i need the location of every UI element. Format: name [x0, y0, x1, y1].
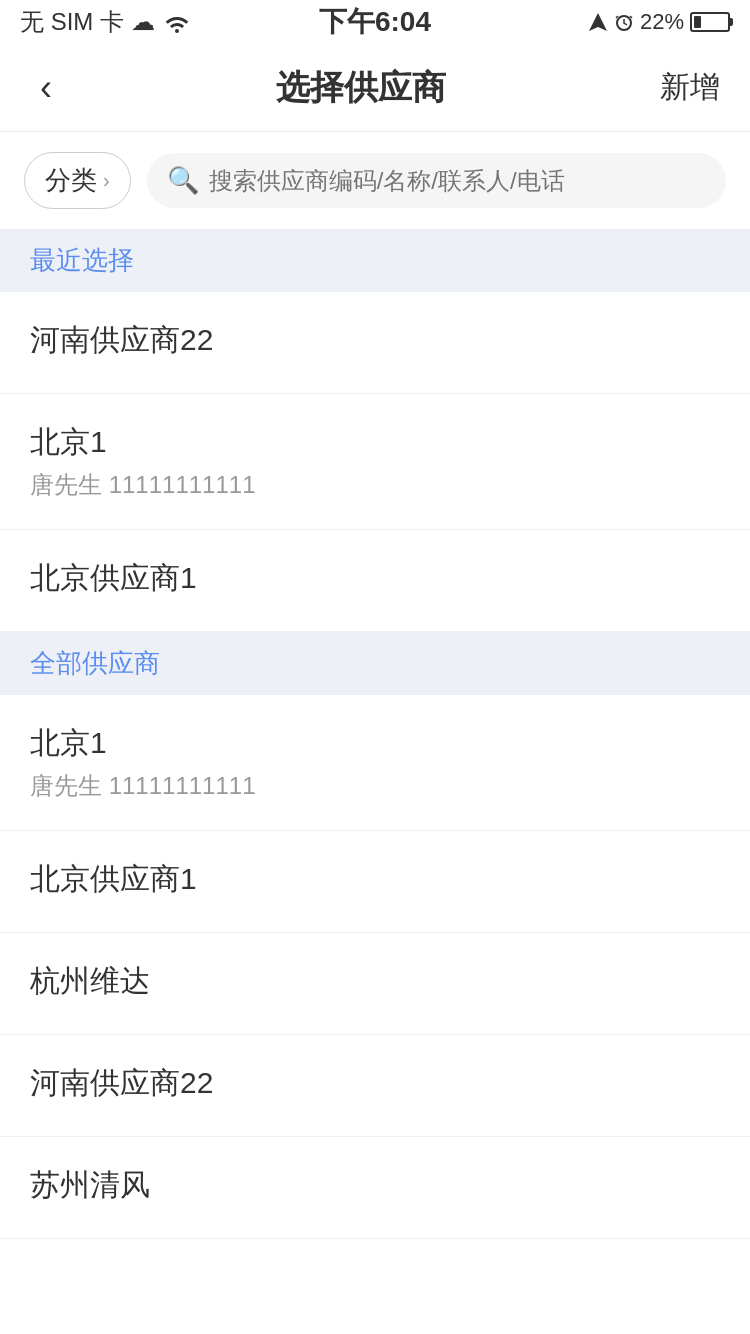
chevron-right-icon: ›: [103, 169, 110, 192]
wifi-icon: [163, 11, 191, 33]
recent-section-header: 最近选择: [0, 229, 750, 292]
item-name: 北京供应商1: [30, 558, 720, 599]
item-name: 苏州清风: [30, 1165, 720, 1206]
search-box: 🔍: [147, 153, 726, 208]
category-label: 分类: [45, 163, 97, 198]
recent-items-list: 河南供应商22 北京1 唐先生 11111111111 北京供应商1: [0, 292, 750, 632]
status-right: 22%: [588, 9, 730, 35]
list-item[interactable]: 北京供应商1: [0, 831, 750, 933]
item-name: 北京1: [30, 723, 720, 764]
list-item[interactable]: 北京1 唐先生 11111111111: [0, 394, 750, 530]
item-sub: 唐先生 11111111111: [30, 469, 720, 501]
nav-bar: ‹ 选择供应商 新增: [0, 44, 750, 132]
recent-section-label: 最近选择: [30, 245, 134, 275]
item-name: 河南供应商22: [30, 320, 720, 361]
alarm-icon: [614, 12, 634, 32]
all-section-label: 全部供应商: [30, 648, 160, 678]
item-name: 河南供应商22: [30, 1063, 720, 1104]
status-bar: 无 SIM 卡 ☁ 下午6:04 22%: [0, 0, 750, 44]
sim-label: 无 SIM 卡 ☁: [20, 6, 155, 38]
list-item[interactable]: 河南供应商22: [0, 1035, 750, 1137]
item-name: 北京供应商1: [30, 859, 720, 900]
status-time: 下午6:04: [319, 3, 431, 41]
search-input[interactable]: [209, 167, 706, 195]
category-button[interactable]: 分类 ›: [24, 152, 131, 209]
page-title: 选择供应商: [276, 65, 446, 111]
list-item[interactable]: 苏州清风: [0, 1137, 750, 1239]
list-item[interactable]: 北京供应商1: [0, 530, 750, 632]
item-sub: 唐先生 11111111111: [30, 770, 720, 802]
location-icon: [588, 12, 608, 32]
list-item[interactable]: 杭州维达: [0, 933, 750, 1035]
item-name: 杭州维达: [30, 961, 720, 1002]
add-button[interactable]: 新增: [660, 67, 720, 108]
search-area: 分类 › 🔍: [0, 132, 750, 229]
battery-icon: [690, 12, 730, 32]
back-button[interactable]: ‹: [30, 57, 62, 119]
list-item[interactable]: 北京1 唐先生 11111111111: [0, 695, 750, 831]
item-name: 北京1: [30, 422, 720, 463]
search-icon: 🔍: [167, 165, 199, 196]
status-left: 无 SIM 卡 ☁: [20, 6, 191, 38]
battery-percent: 22%: [640, 9, 684, 35]
all-section-header: 全部供应商: [0, 632, 750, 695]
list-item[interactable]: 河南供应商22: [0, 292, 750, 394]
all-items-list: 北京1 唐先生 11111111111 北京供应商1 杭州维达河南供应商22 苏州清风: [0, 695, 750, 1239]
